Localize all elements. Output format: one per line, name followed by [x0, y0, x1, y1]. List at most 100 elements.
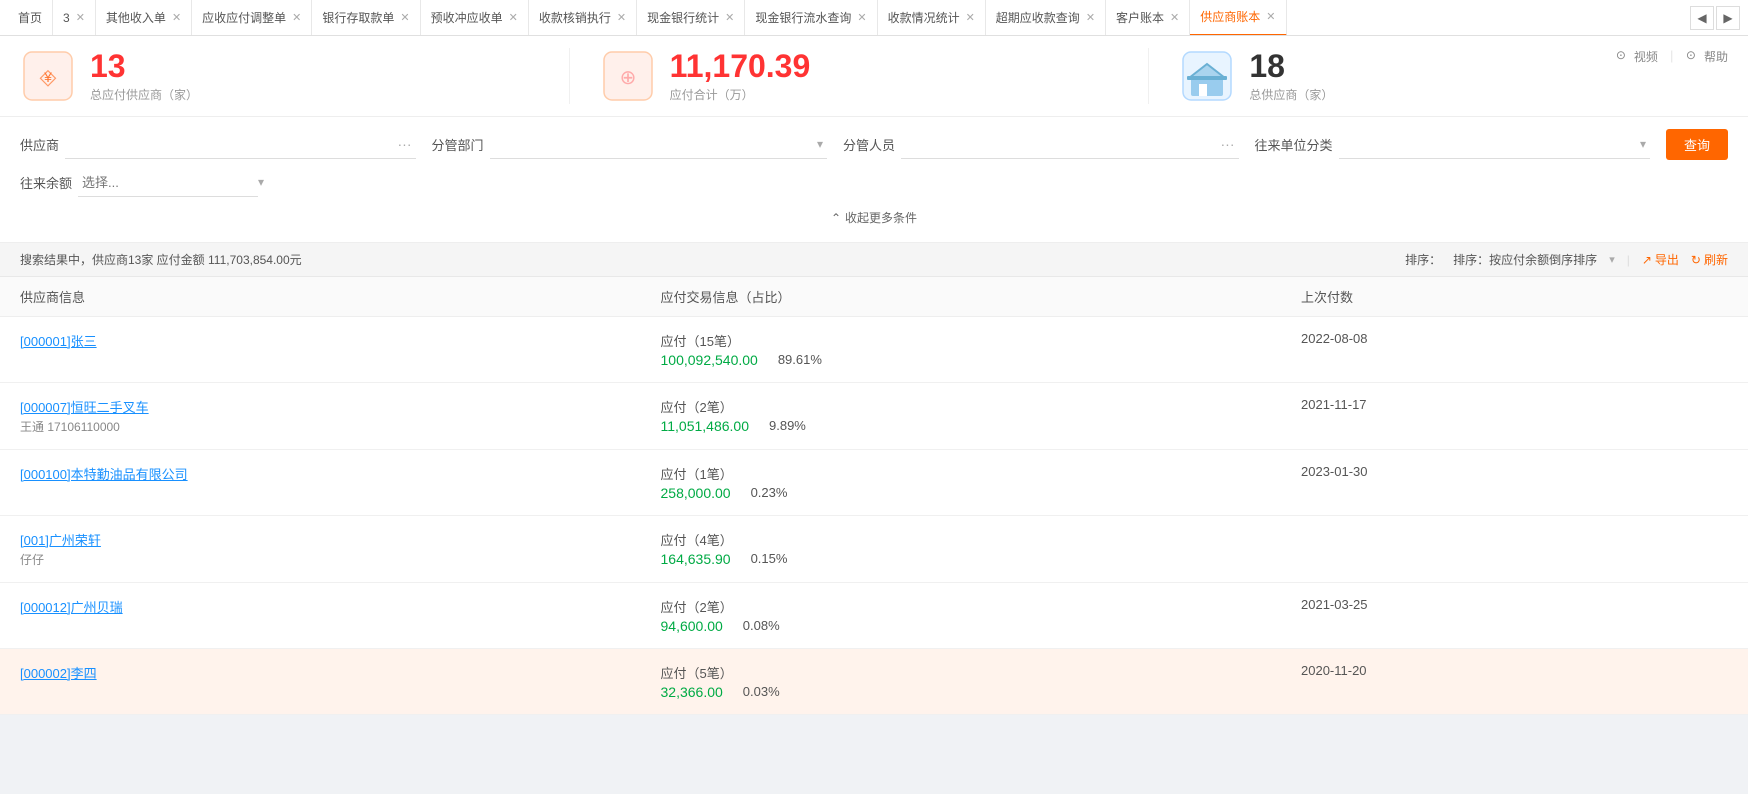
- close-icon[interactable]: ✕: [725, 11, 734, 24]
- tx-percent: 0.08%: [743, 618, 780, 633]
- lastpay-cell: 2022-08-08: [1301, 331, 1728, 346]
- stat-number-payable: 11,170.39: [670, 49, 811, 84]
- supplier-cell: [000007]恒旺二手叉车 王通 17106110000: [20, 397, 661, 435]
- close-icon[interactable]: ✕: [172, 11, 181, 24]
- query-button[interactable]: 查询: [1666, 129, 1728, 160]
- table-row[interactable]: [000001]张三 应付（15笔） 100,092,540.00 89.61%…: [0, 317, 1748, 383]
- filter-category: 往来单位分类 ▾: [1255, 130, 1651, 159]
- help-links: ⊙ 视频 ｜ ⊙ 帮助: [1616, 48, 1728, 65]
- nav-tab-home[interactable]: 首页: [8, 0, 53, 36]
- category-dropdown-icon[interactable]: ▾: [1640, 137, 1646, 151]
- nav-tab-overdue[interactable]: 超期应收款查询 ✕: [986, 0, 1106, 36]
- tx-cell: 应付（4笔） 164,635.90 0.15%: [661, 530, 1302, 567]
- tx-row: 32,366.00 0.03%: [661, 682, 1302, 700]
- category-input[interactable]: [1343, 130, 1640, 158]
- stats-bar: ◇ ¥ 13 总应付供应商（家） ⊕ 11,170.39 应付合计（万）: [0, 36, 1748, 117]
- nav-tab-cash-query[interactable]: 现金银行流水查询 ✕: [745, 0, 877, 36]
- svg-text:¥: ¥: [43, 69, 52, 85]
- tx-percent: 0.23%: [751, 485, 788, 500]
- supplier-link[interactable]: [000012]广州贝瑞: [20, 597, 661, 616]
- table-row[interactable]: [000002]李四 应付（5笔） 32,366.00 0.03% 2020-1…: [0, 649, 1748, 715]
- balance-dropdown-icon[interactable]: ▾: [258, 175, 264, 189]
- export-button[interactable]: ↗ 导出: [1642, 251, 1679, 268]
- table-header: 供应商信息 应付交易信息（占比） 上次付数: [0, 277, 1748, 317]
- video-link[interactable]: 视频: [1634, 48, 1658, 65]
- collapse-button[interactable]: ⌃ 收起更多条件: [20, 205, 1728, 230]
- tx-label: 应付（2笔）: [661, 597, 1302, 616]
- filter-row-1: 供应商 ··· 分管部门 ▾ 分管人员 ··· 往来单位分类 ▾: [20, 129, 1728, 160]
- table-row[interactable]: [000012]广州贝瑞 应付（2笔） 94,600.00 0.08% 2021…: [0, 583, 1748, 649]
- tx-cell: 应付（2笔） 94,600.00 0.08%: [661, 597, 1302, 634]
- nav-tab-supplier-book[interactable]: 供应商账本 ✕: [1190, 0, 1286, 36]
- nav-tab-customer-book[interactable]: 客户账本 ✕: [1106, 0, 1190, 36]
- sort-dropdown-icon[interactable]: ▾: [1609, 253, 1615, 266]
- tx-amount: 11,051,486.00: [661, 418, 750, 434]
- refresh-button[interactable]: ↻ 刷新: [1691, 251, 1728, 268]
- last-pay-date: 2021-03-25: [1301, 597, 1368, 612]
- supplier-sub: 王通 17106110000: [20, 418, 661, 435]
- stat-label-total: 总供应商（家）: [1249, 86, 1333, 103]
- nav-tab-adjust[interactable]: 应收应付调整单 ✕: [192, 0, 312, 36]
- filter-balance: 往来余额 ▾: [20, 168, 1301, 197]
- col-header-supplier: 供应商信息: [20, 287, 661, 306]
- close-icon[interactable]: ✕: [509, 11, 518, 24]
- supplier-label: 供应商: [20, 135, 59, 154]
- close-icon[interactable]: ✕: [617, 11, 626, 24]
- supplier-link[interactable]: [000001]张三: [20, 331, 661, 350]
- nav-tab-receipt-stat[interactable]: 收款情况统计 ✕: [878, 0, 986, 36]
- circle-icon: ⊙: [1616, 48, 1626, 65]
- nav-tab-cash-stat[interactable]: 现金银行统计 ✕: [637, 0, 745, 36]
- supplier-cell: [000100]本特勤油品有限公司: [20, 464, 661, 483]
- tx-cell: 应付（15笔） 100,092,540.00 89.61%: [661, 331, 1302, 368]
- close-icon[interactable]: ✕: [1170, 11, 1179, 24]
- circle-icon2: ⊙: [1686, 48, 1696, 65]
- nav-tab-verify[interactable]: 收款核销执行 ✕: [529, 0, 637, 36]
- help-link[interactable]: 帮助: [1704, 48, 1728, 65]
- nav-next-button[interactable]: ▶: [1716, 6, 1740, 30]
- result-actions: 排序： 排序：按应付余额倒序排序 ▾ | ↗ 导出 ↻ 刷新: [1405, 251, 1728, 268]
- tx-amount: 258,000.00: [661, 485, 731, 501]
- supplier-link[interactable]: [001]广州荣轩: [20, 530, 661, 549]
- dept-dropdown-icon[interactable]: ▾: [817, 137, 823, 151]
- sort-label: 排序：: [1405, 251, 1441, 268]
- lastpay-cell: 2021-03-25: [1301, 597, 1728, 612]
- person-input[interactable]: [905, 130, 1220, 158]
- dept-input[interactable]: [494, 130, 817, 158]
- nav-arrows: ◀ ▶: [1690, 6, 1740, 30]
- tx-amount: 94,600.00: [661, 618, 723, 634]
- nav-tab-other-income[interactable]: 其他收入单 ✕: [96, 0, 192, 36]
- tx-percent: 0.15%: [751, 551, 788, 566]
- tx-cell: 应付（5笔） 32,366.00 0.03%: [661, 663, 1302, 700]
- nav-tab-3[interactable]: 3 ✕: [53, 0, 96, 36]
- supplier-input[interactable]: [69, 130, 397, 158]
- supplier-link[interactable]: [000100]本特勤油品有限公司: [20, 464, 661, 483]
- sort-select[interactable]: 排序：按应付余额倒序排序: [1453, 251, 1597, 268]
- tx-amount: 32,366.00: [661, 684, 723, 700]
- table-row[interactable]: [000007]恒旺二手叉车 王通 17106110000 应付（2笔） 11,…: [0, 383, 1748, 450]
- top-nav: 首页 3 ✕ 其他收入单 ✕ 应收应付调整单 ✕ 银行存取款单 ✕ 预收冲应收单…: [0, 0, 1748, 36]
- close-icon[interactable]: ✕: [76, 11, 85, 24]
- tx-cell: 应付（1笔） 258,000.00 0.23%: [661, 464, 1302, 501]
- supplier-sub: 仔仔: [20, 551, 661, 568]
- supplier-dots-button[interactable]: ···: [398, 136, 412, 152]
- close-icon[interactable]: ✕: [1086, 11, 1095, 24]
- close-icon[interactable]: ✕: [857, 11, 866, 24]
- person-dots-button[interactable]: ···: [1221, 136, 1235, 152]
- nav-tab-bank[interactable]: 银行存取款单 ✕: [312, 0, 420, 36]
- table-row[interactable]: [001]广州荣轩 仔仔 应付（4笔） 164,635.90 0.15%: [0, 516, 1748, 583]
- close-icon[interactable]: ✕: [400, 11, 409, 24]
- close-icon[interactable]: ✕: [966, 11, 975, 24]
- lastpay-cell: 2020-11-20: [1301, 663, 1728, 678]
- nav-tab-prepay[interactable]: 预收冲应收单 ✕: [421, 0, 529, 36]
- table-row[interactable]: [000100]本特勤油品有限公司 应付（1笔） 258,000.00 0.23…: [0, 450, 1748, 516]
- supplier-link[interactable]: [000007]恒旺二手叉车: [20, 397, 661, 416]
- filter-dept: 分管部门 ▾: [432, 130, 828, 159]
- balance-input[interactable]: [82, 168, 258, 196]
- close-icon[interactable]: ✕: [292, 11, 301, 24]
- last-pay-date: 2023-01-30: [1301, 464, 1368, 479]
- nav-prev-button[interactable]: ◀: [1690, 6, 1714, 30]
- close-icon[interactable]: ✕: [1266, 10, 1275, 23]
- supplier-link[interactable]: [000002]李四: [20, 663, 661, 682]
- person-input-wrap: ···: [901, 130, 1238, 159]
- stat-info-1: 13 总应付供应商（家）: [90, 49, 198, 103]
